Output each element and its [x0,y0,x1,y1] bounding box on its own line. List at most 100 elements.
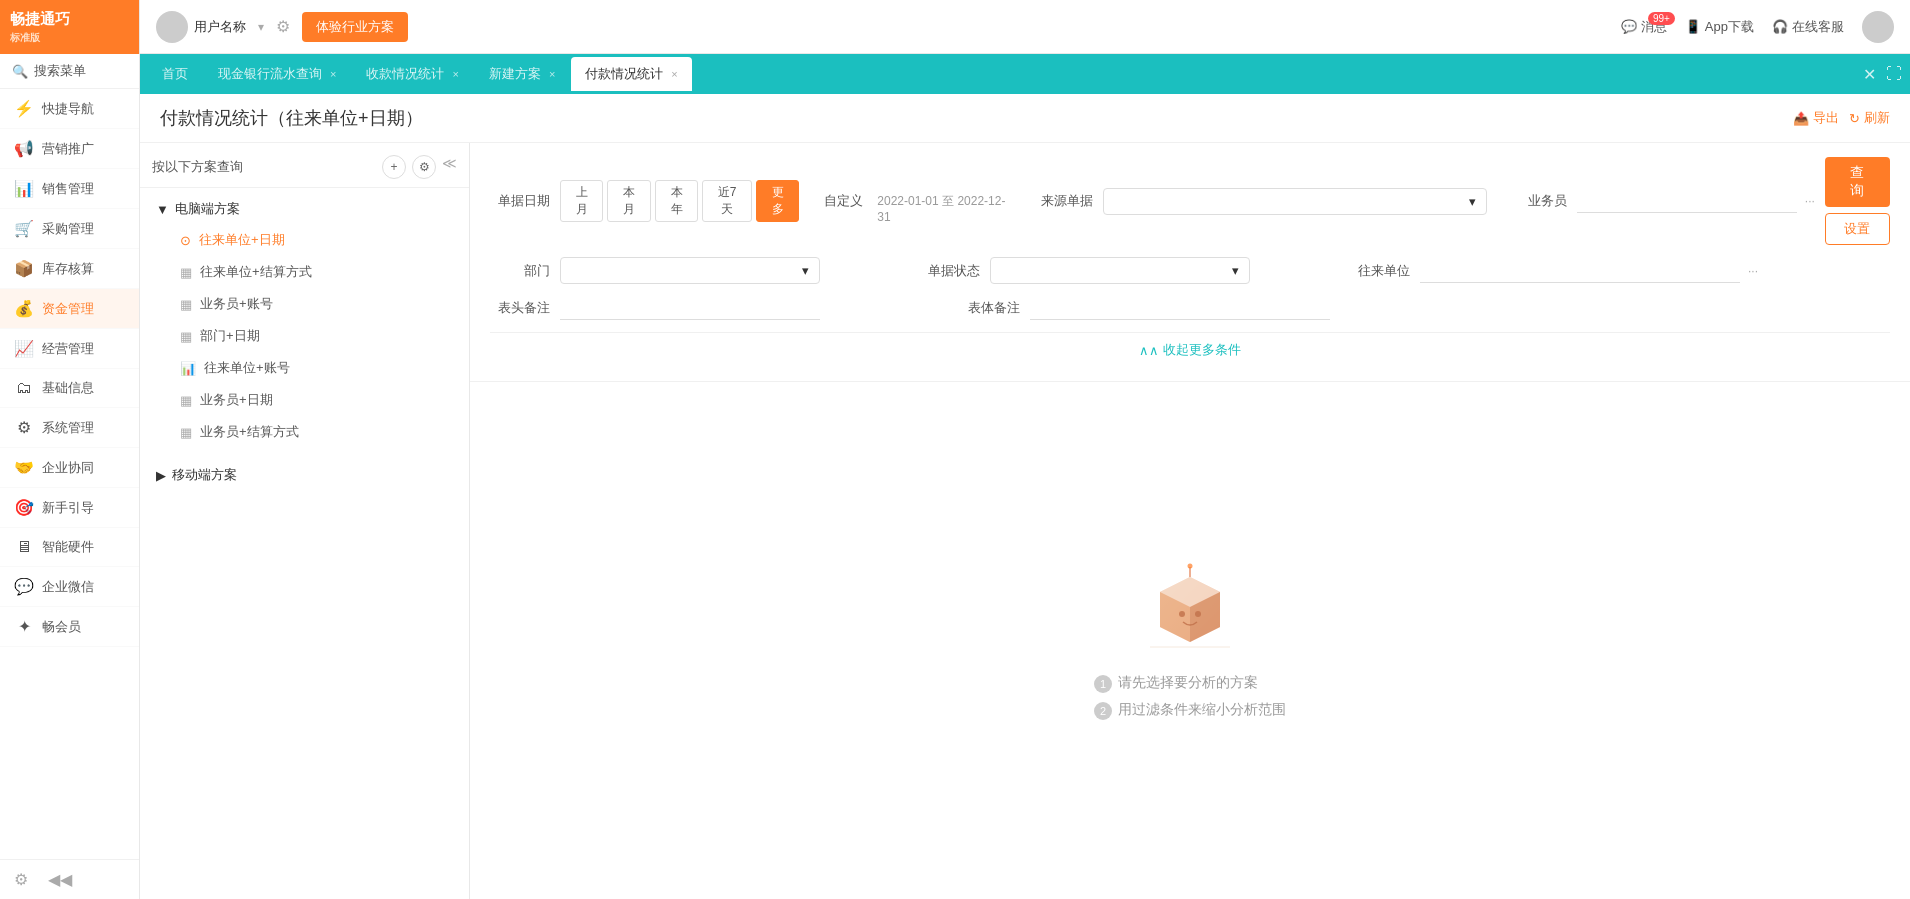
sidebar-item-purchase[interactable]: 🛒 采购管理 [0,209,139,249]
sidebar-item-member[interactable]: ✦ 畅会员 [0,607,139,647]
add-scheme-btn[interactable]: + [382,155,406,179]
tab-new-scheme-close[interactable]: × [549,68,555,80]
sidebar-label-finance: 资金管理 [42,300,94,318]
sidebar-item-finance[interactable]: 💰 资金管理 [0,289,139,329]
scheme-icon-6: ▦ [180,425,192,440]
salesperson-input[interactable] [1577,189,1797,213]
empty-state: 1 请先选择要分析的方案 2 用过滤条件来缩小分析范围 [470,382,1910,899]
collapse-panel-btn[interactable]: ≪ [442,155,457,179]
tab-receivable-label: 收款情况统计 [366,65,444,83]
user-dropdown-icon[interactable] [258,20,264,34]
sidebar-label-sales: 销售管理 [42,180,94,198]
date-btn-this-month[interactable]: 本月 [607,180,650,222]
scheme-dept-date[interactable]: ▦ 部门+日期 [152,320,457,352]
manage-scheme-btn[interactable]: ⚙ [412,155,436,179]
topbar-gear-icon[interactable]: ⚙ [276,17,290,36]
bill-status-select[interactable] [990,257,1250,284]
source-select[interactable] [1103,188,1487,215]
export-button[interactable]: 📤 导出 [1793,109,1839,127]
download-icon: 📱 [1685,19,1701,34]
mobile-group-title[interactable]: ▶ 移动端方案 [152,460,457,490]
scheme-salesperson-date[interactable]: ▦ 业务员+日期 [152,384,457,416]
salesperson-label: 业务员 [1507,192,1567,210]
sidebar-item-inventory[interactable]: 📦 库存核算 [0,249,139,289]
date-btn-last-month[interactable]: 上月 [560,180,603,222]
sidebar-item-sales[interactable]: 📊 销售管理 [0,169,139,209]
scheme-icon-1: ▦ [180,265,192,280]
scheme-icon-5: ▦ [180,393,192,408]
sidebar-item-system[interactable]: ⚙ 系统管理 [0,408,139,448]
scheme-icon-2: ▦ [180,297,192,312]
main-container: 用户名称 ⚙ 体验行业方案 💬 消息 99+ 📱 App下载 🎧 在线客服 首页 [140,0,1910,899]
message-badge: 99+ [1648,12,1675,25]
scheme-salesperson-account[interactable]: ▦ 业务员+账号 [152,288,457,320]
app-download-button[interactable]: 📱 App下载 [1685,18,1754,36]
empty-hint-2: 2 用过滤条件来缩小分析范围 [1094,701,1286,720]
left-panel: 按以下方案查询 + ⚙ ≪ ▼ 电脑端方案 ⊙ 往来单位+日期 [140,143,470,899]
sidebar-item-quick-nav[interactable]: ⚡ 快捷导航 [0,89,139,129]
date-btn-this-year[interactable]: 本年 [655,180,698,222]
sales-icon: 📊 [14,179,34,198]
refresh-button[interactable]: ↻ 刷新 [1849,109,1890,127]
counterpart-field: ··· [1420,259,1758,283]
collapse-filter-bar[interactable]: ∧∧ 收起更多条件 [490,332,1890,367]
sidebar-item-operation[interactable]: 📈 经营管理 [0,329,139,369]
scheme-counterpart-date[interactable]: ⊙ 往来单位+日期 [152,224,457,256]
counterpart-input[interactable] [1420,259,1740,283]
sidebar-item-marketing[interactable]: 📢 营销推广 [0,129,139,169]
sidebar-item-wechat[interactable]: 💬 企业微信 [0,567,139,607]
trial-button[interactable]: 体验行业方案 [302,12,408,42]
tab-payment-stats[interactable]: 付款情况统计 × [571,57,691,91]
empty-hints: 1 请先选择要分析的方案 2 用过滤条件来缩小分析范围 [1094,674,1286,720]
query-button[interactable]: 查询 [1825,157,1890,207]
finance-icon: 💰 [14,299,34,318]
date-btn-more[interactable]: 更多 [756,180,799,222]
online-service-label: 在线客服 [1792,18,1844,36]
desktop-group-title[interactable]: ▼ 电脑端方案 [152,194,457,224]
hint-num-2: 2 [1094,702,1112,720]
dept-select[interactable] [560,257,820,284]
tab-cashflow[interactable]: 现金银行流水查询 × [204,57,350,91]
basic-icon: 🗂 [14,379,34,397]
header-remark-input[interactable] [560,296,820,320]
tab-cashflow-close[interactable]: × [330,68,336,80]
date-range-display: 2022-01-01 至 2022-12-31 [877,179,1012,224]
sidebar-label-system: 系统管理 [42,419,94,437]
tab-receivable-close[interactable]: × [452,68,458,80]
topbar-right: 💬 消息 99+ 📱 App下载 🎧 在线客服 [1621,11,1894,43]
body-remark-label: 表体备注 [960,299,1020,317]
close-all-tabs-icon[interactable]: ✕ [1863,65,1876,84]
message-button[interactable]: 💬 消息 99+ [1621,18,1667,36]
marketing-icon: 📢 [14,139,34,158]
scheme-active-icon: ⊙ [180,233,191,248]
body-remark-input[interactable] [1030,296,1330,320]
setting-button[interactable]: 设置 [1825,213,1890,245]
left-panel-title: 按以下方案查询 [152,158,243,176]
tab-payment-stats-close[interactable]: × [671,68,677,80]
sidebar-label-operation: 经营管理 [42,340,94,358]
online-service-button[interactable]: 🎧 在线客服 [1772,18,1844,36]
sidebar-item-hardware[interactable]: 🖥 智能硬件 [0,528,139,567]
user-name: 用户名称 [194,18,246,36]
sidebar-item-guide[interactable]: 🎯 新手引导 [0,488,139,528]
app-edition: 标准版 [10,31,70,45]
tab-receivable[interactable]: 收款情况统计 × [352,57,472,91]
sidebar-item-enterprise[interactable]: 🤝 企业协同 [0,448,139,488]
scheme-counterpart-payment[interactable]: ▦ 往来单位+结算方式 [152,256,457,288]
wechat-icon: 💬 [14,577,34,596]
settings-icon[interactable]: ⚙ [14,870,28,889]
dept-chevron [802,263,809,278]
bill-status-chevron [1232,263,1239,278]
tab-home[interactable]: 首页 [148,57,202,91]
scheme-salesperson-payment[interactable]: ▦ 业务员+结算方式 [152,416,457,448]
date-btn-7days[interactable]: 近7天 [702,180,751,222]
date-buttons: 上月 本月 本年 近7天 更多 自定义 [560,180,863,222]
tab-new-scheme[interactable]: 新建方案 × [475,57,569,91]
sidebar-search[interactable]: 🔍 搜索菜单 [0,54,139,89]
collapse-sidebar-icon[interactable]: ◀◀ [48,870,72,889]
right-panel: 单据日期 上月 本月 本年 近7天 更多 自定义 2022-01-01 至 20… [470,143,1910,899]
sidebar-item-basic[interactable]: 🗂 基础信息 [0,369,139,408]
scheme-counterpart-account[interactable]: 📊 往来单位+账号 [152,352,457,384]
sidebar-label-guide: 新手引导 [42,499,94,517]
expand-icon[interactable]: ⛶ [1886,65,1902,83]
